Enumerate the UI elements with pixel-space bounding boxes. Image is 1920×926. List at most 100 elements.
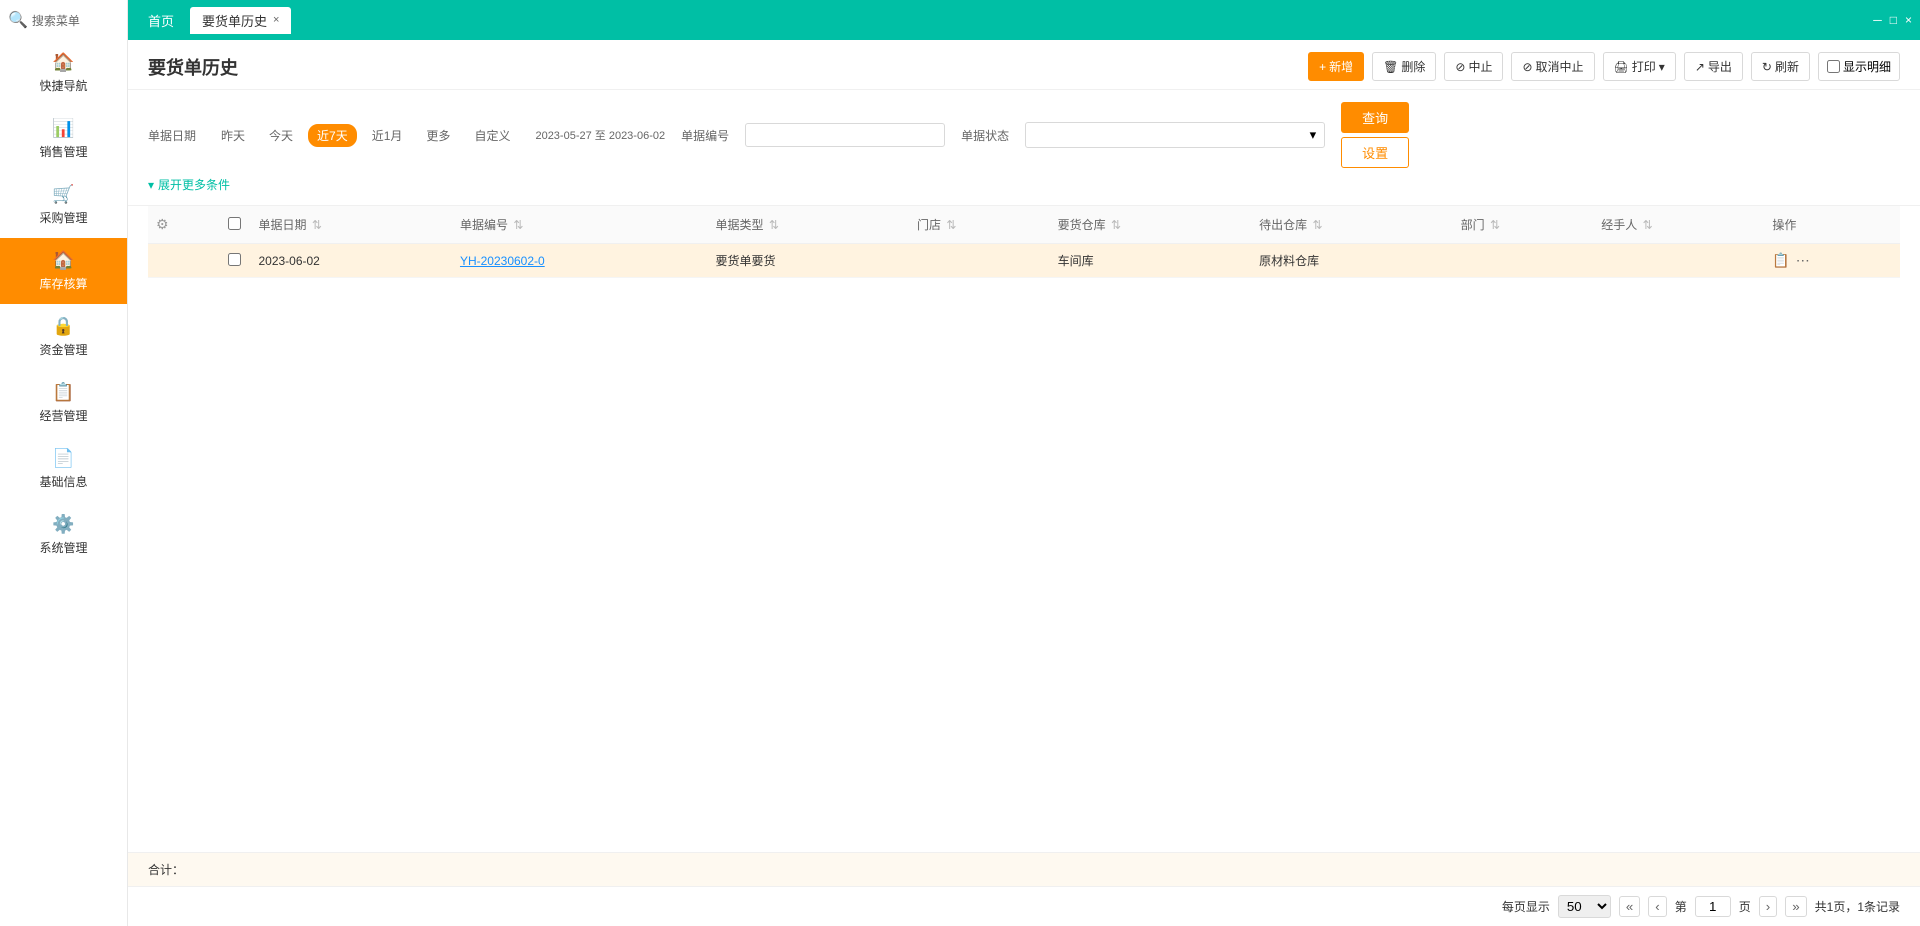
row-checkbox-cell[interactable] <box>220 244 250 278</box>
print-button[interactable]: 🖨 打印 ▾ <box>1603 52 1676 81</box>
refresh-button[interactable]: ↻ 刷新 <box>1751 52 1810 81</box>
tab-active-label: 要货单历史 <box>202 11 267 30</box>
row-number[interactable]: YH-20230602-0 <box>452 244 708 278</box>
minimize-icon[interactable]: ─ <box>1873 13 1882 27</box>
filter-dates: 昨天 今天 近7天 近1月 更多 自定义 <box>212 124 519 147</box>
col-store[interactable]: 门店 ⇅ <box>909 206 1050 244</box>
sidebar-item-label: 库存核算 <box>39 275 87 292</box>
date-btn-1month[interactable]: 近1月 <box>363 124 412 147</box>
row-checkbox[interactable] <box>228 253 241 266</box>
per-page-select[interactable]: 50 100 200 <box>1558 895 1611 918</box>
table-body: 2023-06-02 YH-20230602-0 要货单要货 车间库 原材料仓库… <box>148 244 1900 278</box>
export-label: 导出 <box>1708 58 1732 75</box>
sidebar-item-label: 经营管理 <box>39 407 87 424</box>
sort-handler-icon: ⇅ <box>1643 218 1653 232</box>
row-number-link[interactable]: YH-20230602-0 <box>460 254 545 268</box>
lock-icon: 🔒 <box>52 316 74 337</box>
sidebar-item-finance[interactable]: 🔒 资金管理 <box>0 304 127 370</box>
sidebar-item-label: 资金管理 <box>39 341 87 358</box>
sidebar-item-operations[interactable]: 📋 经营管理 <box>0 370 127 436</box>
col-pending-warehouse-label: 待出仓库 <box>1259 218 1307 232</box>
sidebar-item-quicknav[interactable]: 🏠 快捷导航 <box>0 40 127 106</box>
doc-number-input[interactable] <box>745 123 945 147</box>
export-button[interactable]: ↗ 导出 <box>1684 52 1743 81</box>
stop-label: 中止 <box>1468 58 1492 75</box>
sidebar-item-basic[interactable]: 📄 基础信息 <box>0 436 127 502</box>
tab-active[interactable]: 要货单历史 × <box>190 7 291 34</box>
delete-button[interactable]: 🗑 删除 <box>1372 52 1436 81</box>
table-settings-icon[interactable]: ⚙ <box>156 216 169 232</box>
export-icon: ↗ <box>1695 60 1705 74</box>
col-date[interactable]: 单据日期 ⇅ <box>250 206 452 244</box>
col-number[interactable]: 单据编号 ⇅ <box>452 206 708 244</box>
display-dense-checkbox[interactable] <box>1827 60 1840 73</box>
pagination: 每页显示 50 100 200 « ‹ 第 页 › » 共1页，1条记录 <box>128 886 1920 926</box>
filter-row-2: ▾ 展开更多条件 <box>148 176 1900 193</box>
col-department[interactable]: 部门 ⇅ <box>1453 206 1594 244</box>
sidebar-item-label: 系统管理 <box>39 539 87 556</box>
filter-area: 单据日期 昨天 今天 近7天 近1月 更多 自定义 2023-05-27 至 2… <box>128 90 1920 206</box>
home-icon: 🏠 <box>52 52 74 73</box>
col-type[interactable]: 单据类型 ⇅ <box>708 206 910 244</box>
date-btn-custom[interactable]: 自定义 <box>465 124 519 147</box>
doc-icon: 📄 <box>52 448 74 469</box>
sort-number-icon: ⇅ <box>513 218 523 232</box>
date-btn-7days[interactable]: 近7天 <box>308 124 357 147</box>
chart-icon: 📊 <box>52 118 74 139</box>
search-menu[interactable]: 🔍 搜索菜单 <box>0 0 127 40</box>
add-icon: + <box>1319 60 1326 74</box>
select-all-checkbox[interactable] <box>228 217 241 230</box>
page-header: 要货单历史 + 新增 🗑 删除 ⊘ 中止 ⊘ 取消中止 <box>128 40 1920 90</box>
print-label: 打印 <box>1632 58 1656 75</box>
page-number-input[interactable] <box>1695 896 1731 917</box>
doc-number-label: 单据编号 <box>681 127 729 144</box>
cancel-stop-icon: ⊘ <box>1522 60 1532 74</box>
cancel-stop-label: 取消中止 <box>1536 58 1584 75</box>
add-label: 新增 <box>1329 58 1353 75</box>
view-icon[interactable]: 📋 <box>1772 252 1789 269</box>
action-buttons: 查询 设置 <box>1341 102 1409 168</box>
sidebar-item-label: 基础信息 <box>39 473 87 490</box>
sidebar-item-purchase[interactable]: 🛒 采购管理 <box>0 172 127 238</box>
col-date-label: 单据日期 <box>258 218 306 232</box>
date-btn-today[interactable]: 今天 <box>260 124 302 147</box>
sort-req-warehouse-icon: ⇅ <box>1111 218 1121 232</box>
table-row[interactable]: 2023-06-02 YH-20230602-0 要货单要货 车间库 原材料仓库… <box>148 244 1900 278</box>
close-window-icon[interactable]: × <box>1905 13 1912 27</box>
setting-button[interactable]: 设置 <box>1341 137 1409 168</box>
sidebar-item-system[interactable]: ⚙️ 系统管理 <box>0 502 127 568</box>
stop-button[interactable]: ⊘ 中止 <box>1444 52 1503 81</box>
next-page-button[interactable]: › <box>1759 896 1777 917</box>
tab-close-icon[interactable]: × <box>273 14 279 26</box>
status-label: 单据状态 <box>961 127 1009 144</box>
sort-type-icon: ⇅ <box>769 218 779 232</box>
page-unit: 页 <box>1739 898 1751 915</box>
prev-page-button[interactable]: ‹ <box>1648 896 1666 917</box>
first-page-button[interactable]: « <box>1619 896 1640 917</box>
date-btn-more[interactable]: 更多 <box>417 124 459 147</box>
sidebar-item-sales[interactable]: 📊 销售管理 <box>0 106 127 172</box>
date-btn-yesterday[interactable]: 昨天 <box>212 124 254 147</box>
status-dropdown-icon: ▾ <box>1310 127 1317 143</box>
add-button[interactable]: + 新增 <box>1308 52 1364 81</box>
sidebar-item-inventory[interactable]: 🏠 库存核算 <box>0 238 127 304</box>
refresh-label: 刷新 <box>1775 58 1799 75</box>
col-req-warehouse[interactable]: 要货仓库 ⇅ <box>1050 206 1252 244</box>
last-page-button[interactable]: » <box>1785 896 1806 917</box>
settings-col[interactable]: ⚙ <box>148 206 220 244</box>
col-pending-warehouse[interactable]: 待出仓库 ⇅ <box>1251 206 1453 244</box>
delete-label: 删除 <box>1401 58 1425 75</box>
status-select[interactable]: ▾ <box>1025 122 1325 148</box>
tab-home[interactable]: 首页 <box>136 7 186 34</box>
query-button[interactable]: 查询 <box>1341 102 1409 133</box>
col-handler[interactable]: 经手人 ⇅ <box>1593 206 1764 244</box>
search-icon: 🔍 <box>8 10 28 30</box>
sort-store-icon: ⇅ <box>946 218 956 232</box>
expand-more-button[interactable]: ▾ 展开更多条件 <box>148 176 230 193</box>
maximize-icon[interactable]: □ <box>1890 13 1897 27</box>
cancel-stop-button[interactable]: ⊘ 取消中止 <box>1511 52 1594 81</box>
more-icon[interactable]: ⋯ <box>1796 252 1810 269</box>
checkbox-col[interactable] <box>220 206 250 244</box>
display-dense-button[interactable]: 显示明细 <box>1818 52 1900 81</box>
delete-icon: 🗑 <box>1383 60 1398 74</box>
